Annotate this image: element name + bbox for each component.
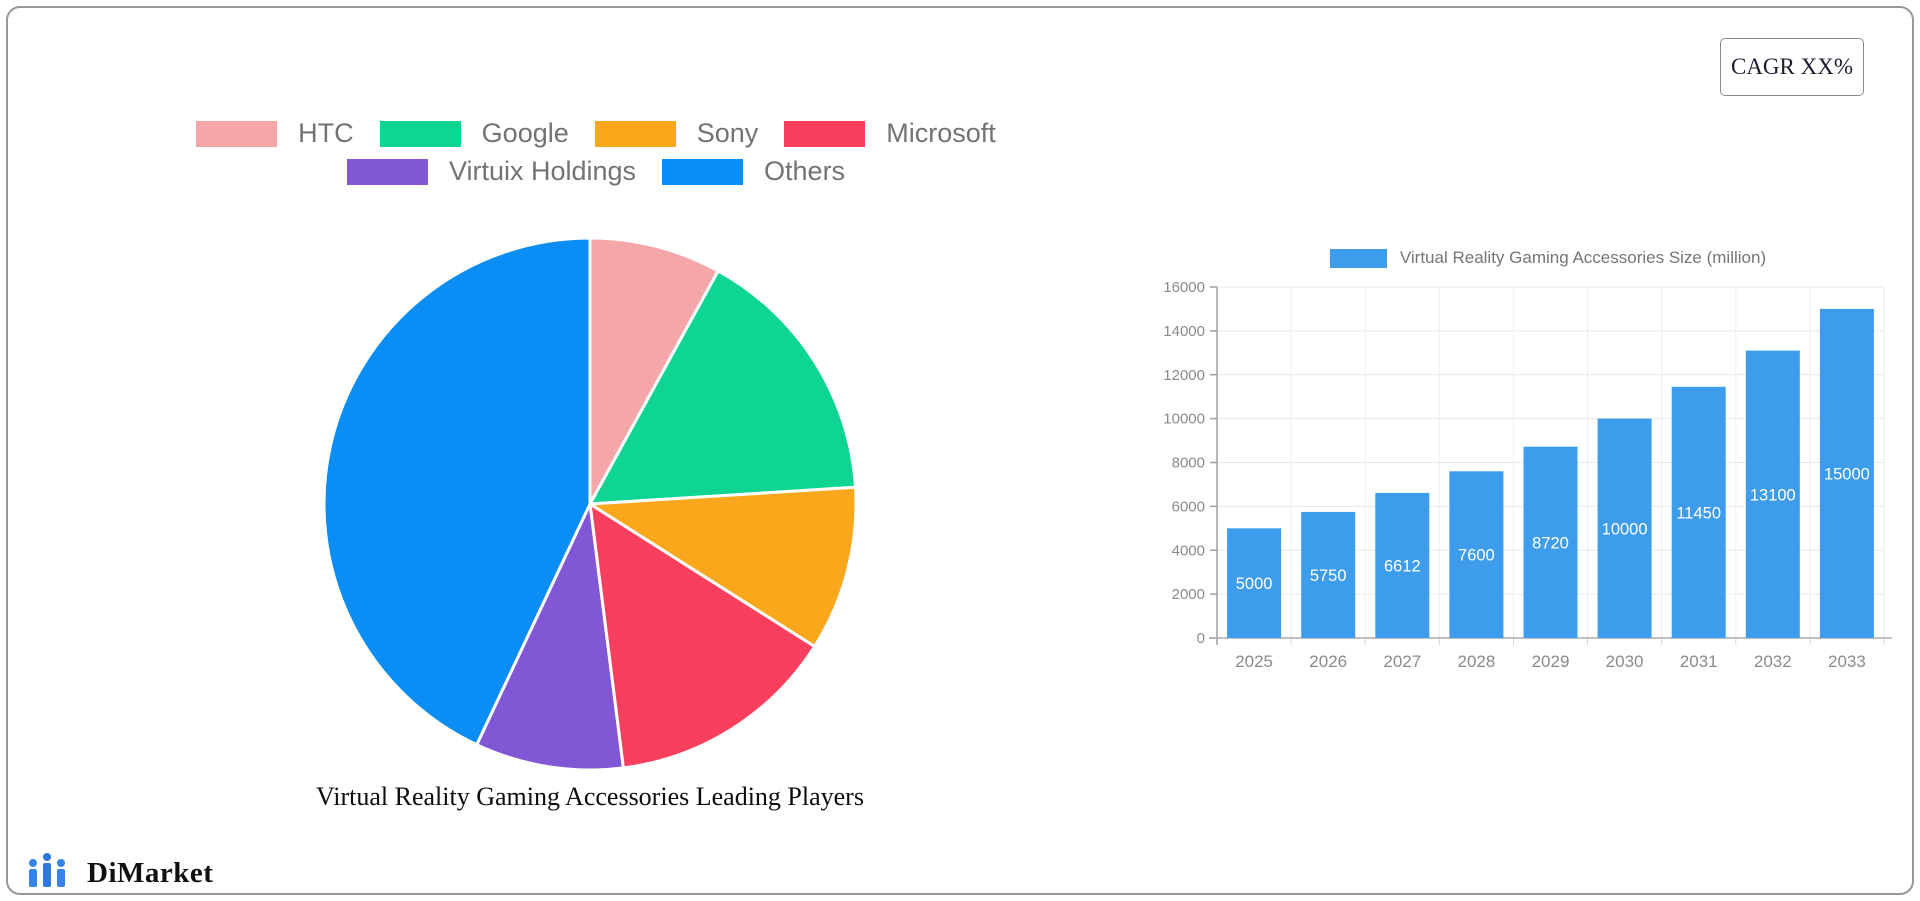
bar-value-label: 11450 <box>1676 504 1721 522</box>
legend-label: Microsoft <box>886 118 996 148</box>
legend-item-virtuix-holdings[interactable]: Virtuix Holdings <box>346 156 637 187</box>
legend-swatch <box>784 120 866 147</box>
bar-value-label: 10000 <box>1602 520 1648 538</box>
x-tick-label: 2032 <box>1754 652 1792 671</box>
legend-swatch <box>662 158 744 185</box>
bar-legend-label: Virtual Reality Gaming Accessories Size … <box>1399 248 1767 267</box>
x-tick-label: 2030 <box>1606 652 1644 671</box>
x-tick-label: 2026 <box>1309 652 1347 671</box>
pie-chart <box>322 236 858 772</box>
legend-item-sony[interactable]: Sony <box>594 118 759 149</box>
legend-label: HTC <box>298 118 354 148</box>
legend-swatch <box>196 120 278 147</box>
x-tick-label: 2028 <box>1457 652 1495 671</box>
legend-item-google[interactable]: Google <box>379 118 569 149</box>
bar-value-label: 7600 <box>1458 547 1495 565</box>
pie-legend-row: HTC Google Sony Microsoft <box>118 118 1074 149</box>
pie-legend: HTC Google Sony Microsoft Virtuix Holdings Ot… <box>118 118 1074 187</box>
x-tick-label: 2029 <box>1532 652 1570 671</box>
x-tick-label: 2025 <box>1235 652 1273 671</box>
brand-logo: DiMarket <box>26 853 213 893</box>
legend-label: Google <box>481 118 569 148</box>
legend-label: Sony <box>696 118 759 148</box>
legend-item-others[interactable]: Others <box>662 156 845 187</box>
bar-value-label: 15000 <box>1824 466 1870 484</box>
pie-chart-title: Virtual Reality Gaming Accessories Leadi… <box>316 782 864 811</box>
legend-label: Others <box>764 156 846 186</box>
legend-swatch <box>346 158 428 185</box>
y-tick-label: 8000 <box>1172 455 1205 472</box>
cagr-label: CAGR XX% <box>1730 54 1854 79</box>
y-tick-label: 4000 <box>1172 542 1205 559</box>
x-tick-label: 2033 <box>1828 652 1866 671</box>
bar-chart-legend[interactable]: Virtual Reality Gaming Accessories Size … <box>1178 248 1918 268</box>
brand-logo-text: DiMarket <box>87 856 214 889</box>
x-tick-label: 2031 <box>1680 652 1718 671</box>
bar-value-label: 13100 <box>1750 486 1796 504</box>
y-tick-label: 0 <box>1197 630 1205 647</box>
y-tick-label: 16000 <box>1163 280 1205 296</box>
bar-legend-swatch <box>1329 248 1387 268</box>
y-tick-label: 14000 <box>1163 323 1205 340</box>
bar-value-label: 5750 <box>1310 567 1347 585</box>
bar-value-label: 5000 <box>1236 575 1273 593</box>
bar-chart: 0 2000 4000 6000 8000 10000 12000 14000 16000 500… <box>1163 280 1892 671</box>
y-tick-label: 12000 <box>1163 367 1205 384</box>
legend-label: Virtuix Holdings <box>448 156 637 186</box>
legend-swatch <box>379 120 461 147</box>
y-tick-label: 10000 <box>1163 411 1205 428</box>
legend-swatch <box>594 120 676 147</box>
x-tick-label: 2027 <box>1383 652 1421 671</box>
pie-legend-row: Virtuix Holdings Others <box>118 156 1074 187</box>
legend-item-htc[interactable]: HTC <box>196 118 354 149</box>
cagr-badge: CAGR XX% <box>1720 38 1864 96</box>
y-tick-label: 6000 <box>1172 498 1205 515</box>
bar-chart-logo-icon <box>29 853 65 887</box>
report-card: CAGR XX% HTC Google Sony Microsoft Virtuix H… <box>6 6 1914 895</box>
bar-value-label: 6612 <box>1384 558 1421 576</box>
y-tick-label: 2000 <box>1172 586 1205 603</box>
bar-value-label: 8720 <box>1532 534 1569 552</box>
legend-item-microsoft[interactable]: Microsoft <box>784 118 996 149</box>
